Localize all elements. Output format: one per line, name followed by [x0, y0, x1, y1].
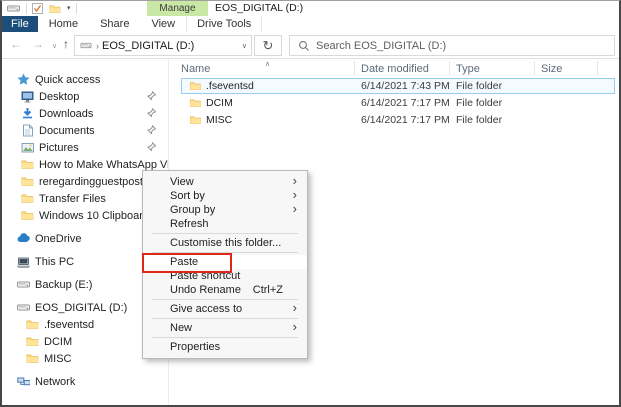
network-icon [17, 375, 32, 388]
sort-ascending-icon: ∧ [265, 60, 270, 68]
submenu-arrow-icon: › [293, 301, 297, 315]
quick-access-toolbar: ▾ [6, 2, 77, 15]
menu-item-undo-rename[interactable]: Undo Rename Ctrl+Z [143, 283, 307, 297]
drive-icon [79, 40, 93, 51]
column-divider[interactable] [449, 61, 450, 75]
sidebar-item-downloads[interactable]: Downloads [2, 105, 168, 122]
tab-share[interactable]: Share [89, 16, 140, 32]
submenu-arrow-icon: › [293, 174, 297, 188]
pin-icon [147, 142, 156, 154]
menu-separator [152, 233, 298, 234]
sidebar-item-quick-access[interactable]: Quick access [2, 71, 168, 88]
submenu-arrow-icon: › [293, 320, 297, 334]
pin-icon [147, 108, 156, 120]
tab-file[interactable]: File [2, 16, 38, 32]
menu-item-customise-this-folder[interactable]: Customise this folder... [143, 236, 307, 250]
menu-separator [152, 337, 298, 338]
up-arrow-icon[interactable]: ↑ [63, 37, 69, 51]
toolbar-separator [76, 3, 77, 14]
search-icon [298, 40, 309, 51]
file-explorer-window: ▾ Manage EOS_DIGITAL (D:) File Home Shar… [0, 0, 621, 407]
column-divider[interactable] [354, 61, 355, 75]
menu-item-paste[interactable]: Paste [143, 255, 307, 269]
menu-item-new[interactable]: New › [143, 321, 307, 335]
submenu-arrow-icon: › [293, 188, 297, 202]
window-title: EOS_DIGITAL (D:) [215, 2, 303, 14]
menu-separator [152, 318, 298, 319]
menu-separator [152, 252, 298, 253]
column-header-row: Name ∧ Date modified Type Size [169, 58, 619, 77]
folder-icon [26, 318, 41, 331]
drive-icon [6, 2, 21, 15]
folder-icon [21, 175, 36, 188]
tab-view[interactable]: View [140, 16, 186, 32]
tab-drive-tools[interactable]: Drive Tools [186, 16, 262, 32]
properties-icon[interactable] [32, 3, 43, 14]
folder-icon [21, 209, 36, 222]
back-arrow-icon[interactable]: ← [10, 37, 22, 51]
folder-icon [21, 192, 36, 205]
computer-icon [17, 255, 32, 268]
star-icon [17, 73, 32, 86]
menu-item-view[interactable]: View › [143, 175, 307, 189]
search-input[interactable]: Search EOS_DIGITAL (D:) [289, 35, 615, 56]
pin-icon [147, 91, 156, 103]
sidebar-item-desktop[interactable]: Desktop [2, 88, 168, 105]
drive-icon [17, 301, 32, 314]
cloud-icon [17, 232, 32, 245]
pin-icon [147, 125, 156, 137]
folder-icon [21, 158, 36, 171]
menu-item-group-by[interactable]: Group by › [143, 203, 307, 217]
menu-item-sort-by[interactable]: Sort by › [143, 189, 307, 203]
folder-icon [26, 352, 41, 365]
forward-arrow-icon[interactable]: → [32, 37, 44, 51]
new-folder-icon[interactable] [48, 3, 62, 15]
drive-icon [17, 278, 32, 291]
menu-item-properties[interactable]: Properties [143, 340, 307, 354]
file-row-fseventsd[interactable]: .fseventsd 6/14/2021 7:43 PM File folder [169, 78, 619, 94]
column-divider[interactable] [597, 61, 598, 75]
menu-item-give-access-to[interactable]: Give access to › [143, 302, 307, 316]
refresh-button[interactable]: ↻ [254, 35, 282, 56]
shortcut-label: Ctrl+Z [253, 283, 283, 297]
address-box[interactable]: › EOS_DIGITAL (D:) ∨ [74, 35, 252, 56]
title-bar: ▾ Manage EOS_DIGITAL (D:) [2, 1, 619, 16]
document-icon [21, 124, 36, 137]
download-arrow-icon [21, 107, 36, 120]
ribbon-tab-bar: File Home Share View Drive Tools [2, 16, 619, 33]
menu-separator [152, 299, 298, 300]
column-header-date-modified[interactable]: Date modified [361, 63, 429, 75]
recent-locations-chevron-icon[interactable]: ∨ [52, 42, 57, 50]
column-header-name[interactable]: Name ∧ [181, 63, 210, 75]
file-row-misc[interactable]: MISC 6/14/2021 7:17 PM File folder [169, 112, 619, 128]
customize-toolbar-chevron-icon[interactable]: ▾ [67, 4, 71, 14]
breadcrumb-separator-icon: › [96, 41, 99, 51]
search-placeholder: Search EOS_DIGITAL (D:) [316, 40, 446, 52]
folder-icon [189, 97, 202, 109]
menu-item-refresh[interactable]: Refresh [143, 217, 307, 231]
sidebar-item-pictures[interactable]: Pictures [2, 139, 168, 156]
folder-icon [26, 335, 41, 348]
context-menu: View › Sort by › Group by › Refresh Cust… [142, 170, 308, 359]
address-dropdown-chevron-icon[interactable]: ∨ [242, 42, 247, 50]
manage-contextual-tab[interactable]: Manage [147, 1, 208, 16]
folder-icon [189, 114, 202, 126]
file-row-dcim[interactable]: DCIM 6/14/2021 7:17 PM File folder [169, 95, 619, 111]
tab-home[interactable]: Home [38, 16, 89, 32]
toolbar-separator [26, 3, 27, 14]
submenu-arrow-icon: › [293, 202, 297, 216]
column-header-size[interactable]: Size [541, 63, 562, 75]
column-divider[interactable] [534, 61, 535, 75]
desktop-icon [21, 90, 36, 103]
address-bar-row: ← → ∨ ↑ › EOS_DIGITAL (D:) ∨ ↻ Search EO… [2, 32, 619, 59]
sidebar-item-documents[interactable]: Documents [2, 122, 168, 139]
content-area: Quick access Desktop Downloads Documents… [2, 58, 619, 405]
menu-item-paste-shortcut[interactable]: Paste shortcut [143, 269, 307, 283]
picture-icon [21, 141, 36, 154]
sidebar-item-network[interactable]: Network [2, 373, 168, 390]
folder-icon [189, 80, 202, 92]
breadcrumb[interactable]: EOS_DIGITAL (D:) [102, 40, 194, 52]
column-header-type[interactable]: Type [456, 63, 480, 75]
